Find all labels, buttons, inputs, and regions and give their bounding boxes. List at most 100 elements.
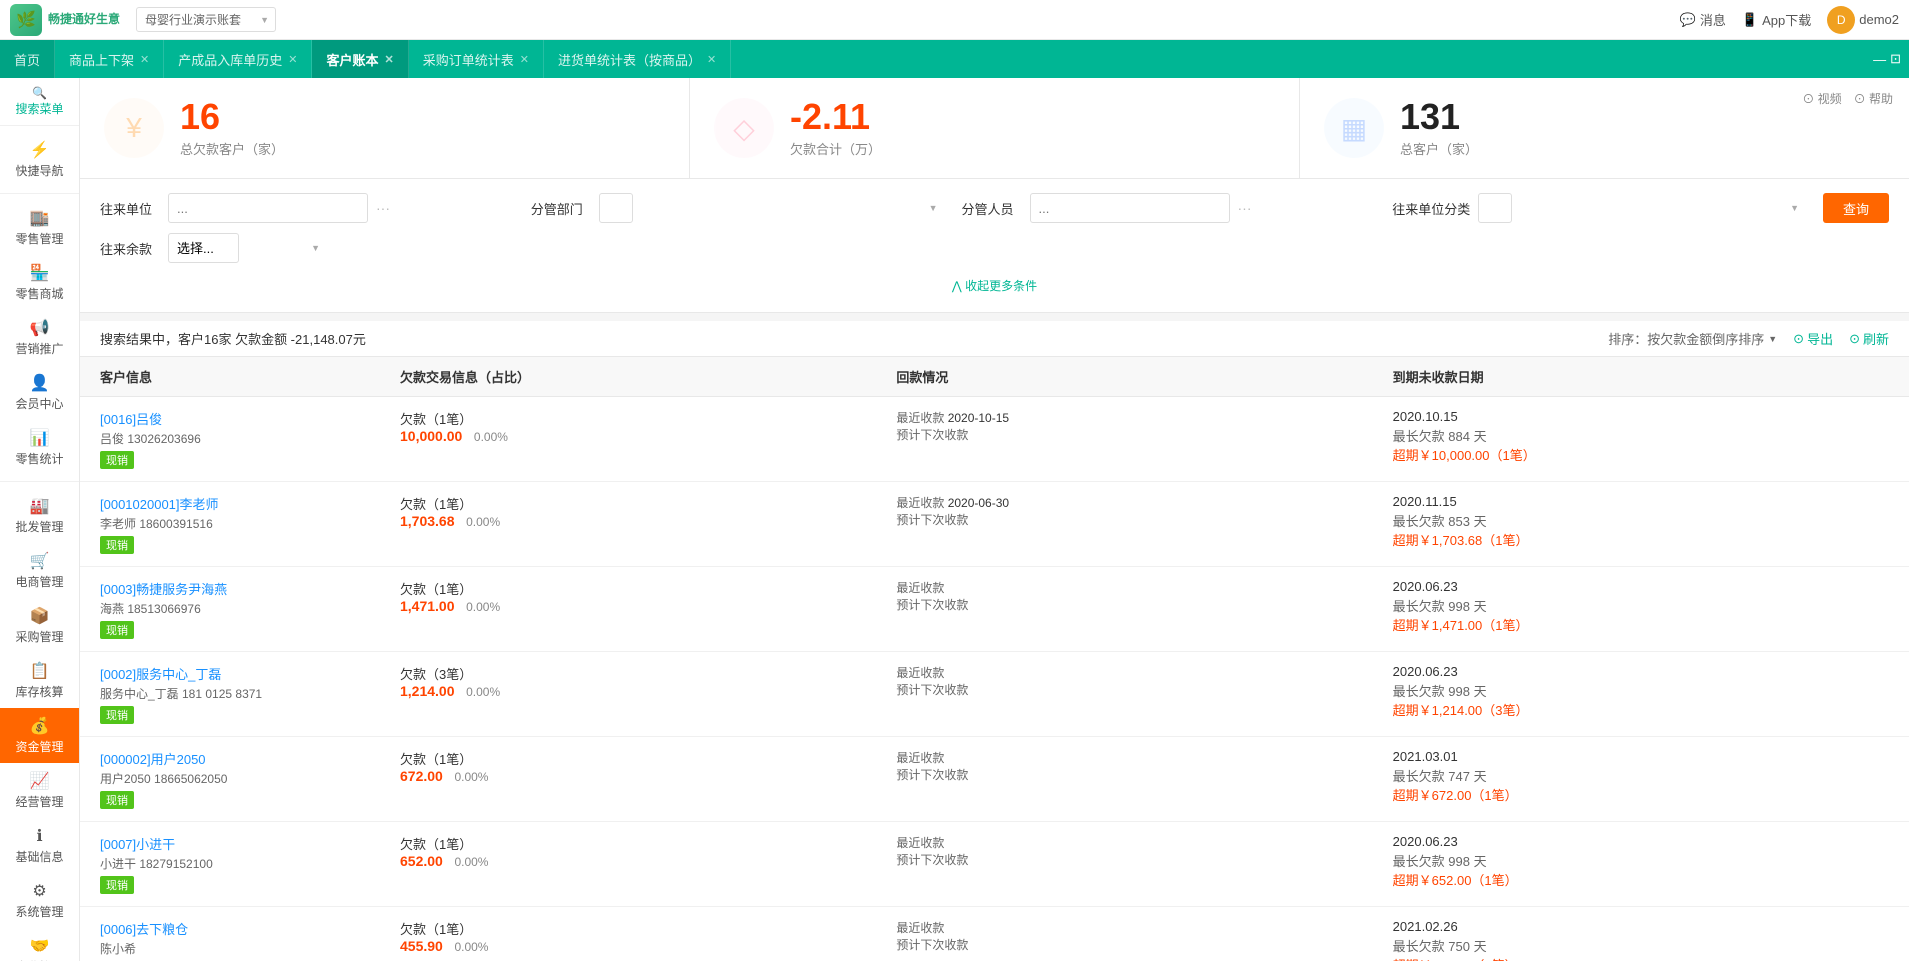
customer-name-4[interactable]: [000002]用户2050 bbox=[100, 749, 400, 768]
refresh-btn[interactable]: ⊙ 刷新 bbox=[1849, 329, 1889, 348]
sidebar-search[interactable]: 🔍 搜索菜单 bbox=[0, 78, 79, 126]
tab-customer-account[interactable]: 客户账本 ✕ bbox=[312, 40, 408, 78]
sidebar-item-finance[interactable]: 💰 资金管理 bbox=[0, 708, 79, 763]
finance-icon: 💰 bbox=[30, 716, 50, 736]
debt-info-4: 欠款（1笔） 672.00 0.00% bbox=[400, 749, 896, 784]
table-container: 客户信息 欠款交易信息（占比） 回款情况 到期未收款日期 [0016]吕俊 吕俊… bbox=[80, 357, 1909, 961]
tab-products-close[interactable]: ✕ bbox=[140, 53, 149, 66]
filter-person-expand[interactable]: ··· bbox=[1238, 200, 1252, 216]
filter-label-category: 往来单位分类 bbox=[1392, 199, 1470, 218]
ecommerce-icon: 🛒 bbox=[30, 551, 50, 571]
filter-select-category[interactable] bbox=[1478, 193, 1512, 223]
sort-selector[interactable]: 排序：按欠款金额倒序排序 ▼ bbox=[1608, 329, 1777, 348]
video-help-btn[interactable]: ⊙ 视频 bbox=[1802, 90, 1841, 107]
sidebar-item-retail-mgmt[interactable]: 🏬 零售管理 bbox=[0, 200, 79, 255]
collection-label-0: 最近收款 2020-10-15 bbox=[896, 409, 1392, 426]
table-row: [0006]去下粮仓 陈小希 现销 欠款（1笔） 455.90 0.00% 最近… bbox=[80, 907, 1909, 961]
tab-goods-stats-close[interactable]: ✕ bbox=[707, 53, 716, 66]
customer-tag-5: 现销 bbox=[100, 876, 134, 894]
tab-customer-account-label: 客户账本 bbox=[326, 50, 378, 69]
app-download-btn[interactable]: 📱 App下载 bbox=[1742, 10, 1811, 29]
tab-purchase-order[interactable]: 采购订单统计表 ✕ bbox=[409, 40, 544, 78]
due-info-5: 2020.06.23 最长欠款 998 天 超期￥652.00（1笔） bbox=[1393, 834, 1889, 889]
tab-storage[interactable]: 产成品入库单历史 ✕ bbox=[164, 40, 312, 78]
due-info-6: 2021.02.26 最长欠款 750 天 超期￥455.90（1笔） bbox=[1393, 919, 1889, 961]
due-date-0: 2020.10.15 bbox=[1393, 409, 1889, 424]
sidebar-item-enterprise[interactable]: 🤝 企业协同 bbox=[0, 928, 79, 961]
filter-input-customer[interactable] bbox=[168, 193, 368, 223]
filter-item-person: 分管人员 ··· bbox=[962, 193, 1377, 223]
window-minimize-icon[interactable]: — bbox=[1873, 52, 1886, 67]
message-btn[interactable]: 💬 消息 bbox=[1680, 10, 1726, 29]
customer-name-3[interactable]: [0002]服务中心_丁磊 bbox=[100, 664, 400, 683]
sidebar-item-purchase[interactable]: 📦 采购管理 bbox=[0, 598, 79, 653]
tab-customer-account-close[interactable]: ✕ bbox=[385, 53, 394, 66]
filter-select-department[interactable] bbox=[599, 193, 633, 223]
customer-name-6[interactable]: [0006]去下粮仓 bbox=[100, 919, 400, 938]
col-header-debt: 欠款交易信息（占比） bbox=[400, 367, 896, 386]
tab-products-label: 商品上下架 bbox=[69, 50, 134, 69]
sidebar-item-quicknav[interactable]: ⚡ 快捷导航 bbox=[0, 132, 79, 187]
sidebar-item-wholesale-mgmt[interactable]: 🏭 批发管理 bbox=[0, 488, 79, 543]
customer-contact-4: 用户2050 18665062050 bbox=[100, 770, 400, 787]
tabs-bar: 首页 商品上下架 ✕ 产成品入库单历史 ✕ 客户账本 ✕ 采购订单统计表 ✕ 进… bbox=[0, 40, 1909, 78]
help-btn[interactable]: ⊙ 帮助 bbox=[1854, 90, 1893, 107]
filter-select-balance[interactable]: 选择... bbox=[168, 233, 239, 263]
debt-info-5: 欠款（1笔） 652.00 0.00% bbox=[400, 834, 896, 869]
customer-tag-3: 现销 bbox=[100, 706, 134, 724]
sidebar-item-retail-stats[interactable]: 📊 零售统计 bbox=[0, 420, 79, 475]
window-maximize-icon[interactable]: ⊡ bbox=[1890, 51, 1901, 67]
refresh-icon: ⊙ bbox=[1849, 331, 1860, 347]
debt-info-3: 欠款（3笔） 1,214.00 0.00% bbox=[400, 664, 896, 699]
lightning-icon: ⚡ bbox=[30, 140, 50, 160]
export-btn[interactable]: ⊙ 导出 bbox=[1793, 329, 1833, 348]
user-menu[interactable]: D demo2 bbox=[1827, 6, 1899, 34]
sidebar-item-retail-mall[interactable]: 🏪 零售商城 bbox=[0, 255, 79, 310]
sidebar-item-system[interactable]: ⚙ 系统管理 bbox=[0, 873, 79, 928]
customer-info-0: [0016]吕俊 吕俊 13026203696 现销 bbox=[100, 409, 400, 469]
customer-name-1[interactable]: [0001020001]李老师 bbox=[100, 494, 400, 513]
debt-amount-row-0: 10,000.00 0.00% bbox=[400, 428, 896, 444]
customer-info-6: [0006]去下粮仓 陈小希 现销 bbox=[100, 919, 400, 961]
debt-amount-0: 10,000.00 bbox=[400, 428, 462, 444]
avatar: D bbox=[1827, 6, 1855, 34]
stat-label-customer: 总客户（家） bbox=[1400, 139, 1478, 158]
sidebar-item-members[interactable]: 👤 会员中心 bbox=[0, 365, 79, 420]
customer-name-2[interactable]: [0003]畅捷服务尹海燕 bbox=[100, 579, 400, 598]
collection-info-1: 最近收款 2020-06-30 预计下次收款 bbox=[896, 494, 1392, 528]
tab-home-label: 首页 bbox=[14, 50, 40, 69]
customer-name-0[interactable]: [0016]吕俊 bbox=[100, 409, 400, 428]
info-icon: ℹ bbox=[36, 826, 42, 846]
sidebar-section-wholesale: 🏭 批发管理 🛒 电商管理 📦 采购管理 📋 库存核算 💰 资金管理 📈 bbox=[0, 482, 79, 961]
sidebar-item-operations[interactable]: 📈 经营管理 bbox=[0, 763, 79, 818]
due-info-4: 2021.03.01 最长欠款 747 天 超期￥672.00（1笔） bbox=[1393, 749, 1889, 804]
tab-home[interactable]: 首页 bbox=[0, 40, 55, 78]
demo-selector[interactable]: 母婴行业演示账套 ▼ bbox=[136, 7, 276, 32]
tab-storage-close[interactable]: ✕ bbox=[288, 53, 297, 66]
filter-customer-expand[interactable]: ··· bbox=[376, 200, 390, 216]
stat-icon-customer: ▦ bbox=[1324, 98, 1384, 158]
filter-label-person: 分管人员 bbox=[962, 199, 1022, 218]
debt-info-1: 欠款（1笔） 1,703.68 0.00% bbox=[400, 494, 896, 529]
sidebar-item-basic-info[interactable]: ℹ 基础信息 bbox=[0, 818, 79, 873]
sidebar-item-inventory[interactable]: 📋 库存核算 bbox=[0, 653, 79, 708]
tab-products[interactable]: 商品上下架 ✕ bbox=[55, 40, 164, 78]
collapse-filters-btn[interactable]: ⋀ 收起更多条件 bbox=[100, 273, 1889, 298]
debt-count-1: 欠款（1笔） bbox=[400, 494, 896, 513]
search-button[interactable]: 查询 bbox=[1823, 193, 1889, 223]
sidebar: 🔍 搜索菜单 ⚡ 快捷导航 🏬 零售管理 🏪 零售商城 📢 营销推广 bbox=[0, 78, 80, 961]
tab-purchase-order-close[interactable]: ✕ bbox=[520, 53, 529, 66]
customer-contact-2: 海燕 18513066976 bbox=[100, 600, 400, 617]
message-icon: 💬 bbox=[1680, 12, 1696, 28]
collection-info-0: 最近收款 2020-10-15 预计下次收款 bbox=[896, 409, 1392, 443]
customer-info-1: [0001020001]李老师 李老师 18600391516 现销 bbox=[100, 494, 400, 554]
filter-item-department: 分管部门 bbox=[531, 193, 946, 223]
table-row: [0016]吕俊 吕俊 13026203696 现销 欠款（1笔） 10,000… bbox=[80, 397, 1909, 482]
filter-input-person[interactable] bbox=[1030, 193, 1230, 223]
tab-goods-stats[interactable]: 进货单统计表（按商品） ✕ bbox=[544, 40, 731, 78]
overdue-amount-0[interactable]: 超期￥10,000.00（1笔） bbox=[1393, 445, 1889, 464]
customer-name-5[interactable]: [0007]小进干 bbox=[100, 834, 400, 853]
stat-label-debtor: 总欠款客户（家） bbox=[180, 139, 284, 158]
sidebar-item-marketing[interactable]: 📢 营销推广 bbox=[0, 310, 79, 365]
sidebar-item-ecommerce[interactable]: 🛒 电商管理 bbox=[0, 543, 79, 598]
